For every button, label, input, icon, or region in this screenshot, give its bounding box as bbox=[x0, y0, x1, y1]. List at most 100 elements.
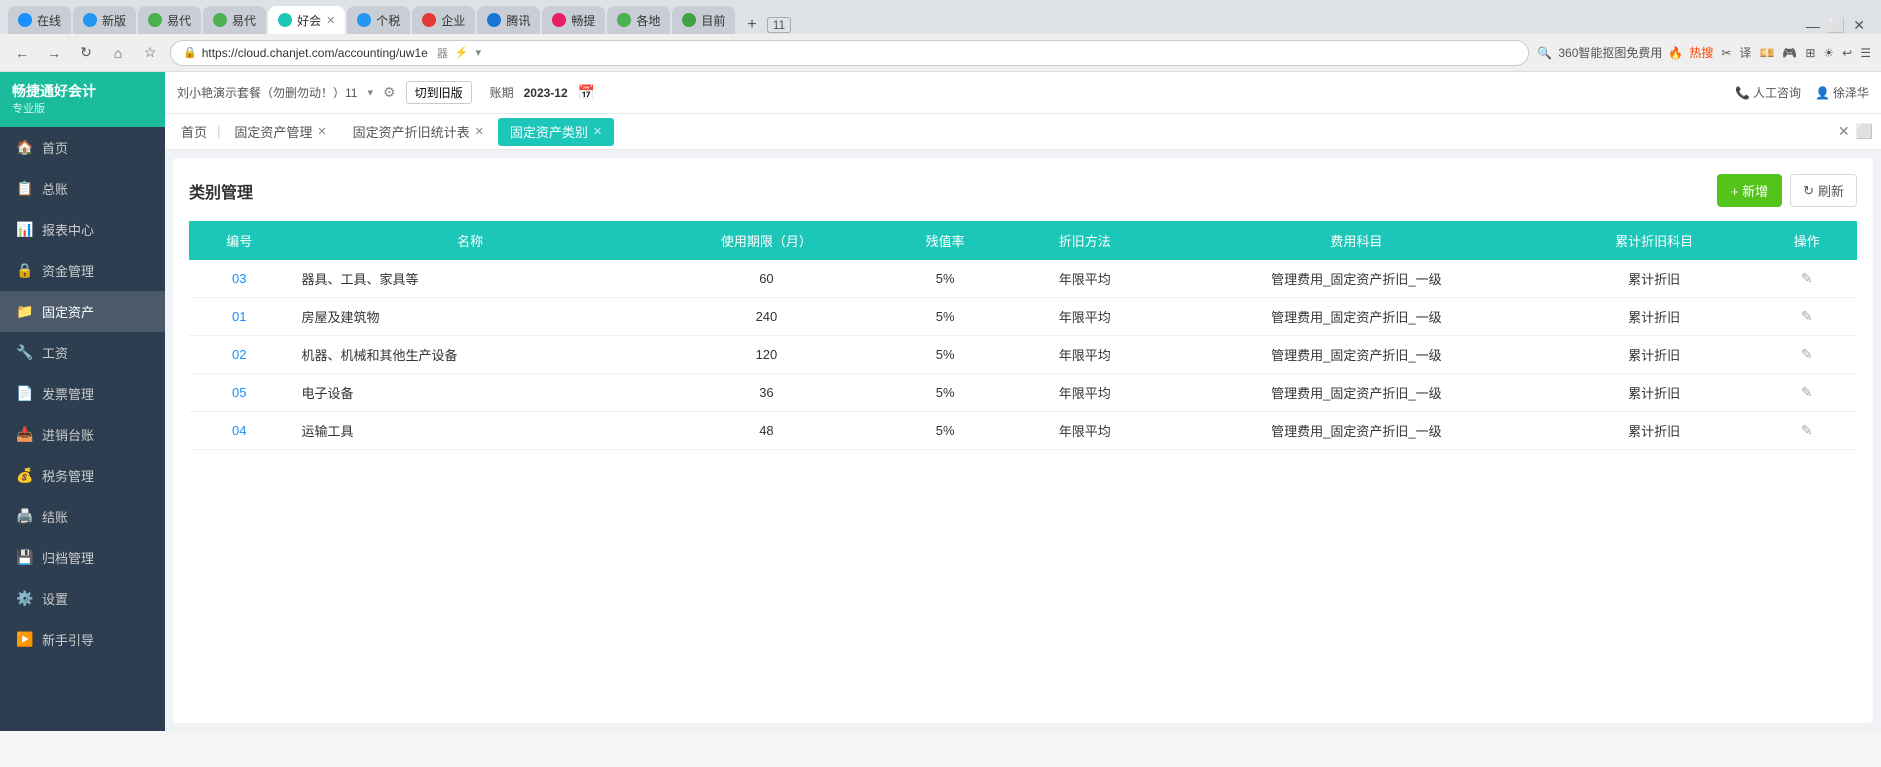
bookmark-btn[interactable]: ☆ bbox=[138, 41, 162, 65]
cell-id-4: 04 bbox=[189, 412, 289, 450]
closing-icon: 🖨️ bbox=[16, 507, 34, 525]
dropdown-arrow[interactable]: ▾ bbox=[367, 86, 373, 99]
edit-icon-1[interactable]: ✎ bbox=[1801, 308, 1813, 324]
cell-action-0[interactable]: ✎ bbox=[1757, 260, 1858, 298]
browser-tab-0[interactable]: 在线 bbox=[8, 6, 71, 34]
close-tab-3-btn[interactable]: ✕ bbox=[593, 125, 602, 138]
sidebar-item-settings[interactable]: ⚙️ 设置 bbox=[0, 578, 165, 619]
cell-method-2: 年限平均 bbox=[1008, 336, 1161, 374]
calendar-icon[interactable]: 📅 bbox=[578, 84, 595, 101]
tax-icon: 💰 bbox=[16, 466, 34, 484]
user-info: 刘小艳演示套餐（勿删勿动！）11 bbox=[177, 84, 357, 101]
edit-icon-3[interactable]: ✎ bbox=[1801, 384, 1813, 400]
col-accumulated: 累计折旧科目 bbox=[1552, 221, 1757, 260]
cell-id-0: 03 bbox=[189, 260, 289, 298]
sidebar: 畅捷通好会计 专业版 🏠 首页 📋 总账 📊 报表中心 🔒 资金管理 📁 固定资… bbox=[0, 72, 165, 731]
cell-method-3: 年限平均 bbox=[1008, 374, 1161, 412]
purchase-icon: 📥 bbox=[16, 425, 34, 443]
refresh-button[interactable]: ↻ 刷新 bbox=[1790, 174, 1857, 207]
browser-tab-4[interactable]: 好会 ✕ bbox=[268, 6, 345, 34]
browser-tab-bar: 在线 新版 易代 易代 好会 ✕ 个税 企业 腾讯 畅提 各地 目前 + bbox=[0, 0, 1881, 34]
grid-icon[interactable]: ⊞ bbox=[1805, 46, 1815, 60]
col-period: 使用期限（月） bbox=[651, 221, 882, 260]
sidebar-item-reports[interactable]: 📊 报表中心 bbox=[0, 209, 165, 250]
new-tab-btn[interactable]: + bbox=[741, 16, 762, 34]
avatar-icon: 👤 bbox=[1815, 86, 1830, 100]
browser-tab-3[interactable]: 易代 bbox=[203, 6, 266, 34]
tab-count-badge: 11 bbox=[767, 17, 791, 33]
close-panel-icon[interactable]: ✕ bbox=[1838, 123, 1850, 140]
table-row: 02 机器、机械和其他生产设备 120 5% 年限平均 管理费用_固定资产折旧_… bbox=[189, 336, 1857, 374]
forward-btn[interactable]: → bbox=[42, 41, 66, 65]
browser-tab-2[interactable]: 易代 bbox=[138, 6, 201, 34]
cell-expense-0: 管理费用_固定资产折旧_一级 bbox=[1161, 260, 1552, 298]
switch-version-button[interactable]: 切到旧版 bbox=[406, 81, 472, 104]
home-btn[interactable]: ⌂ bbox=[106, 41, 130, 65]
add-button[interactable]: + 新增 bbox=[1717, 174, 1782, 207]
tab-fixed-assets-management[interactable]: 固定资产管理 ✕ bbox=[222, 118, 338, 146]
reload-btn[interactable]: ↻ bbox=[74, 41, 98, 65]
payroll-icon: 🔧 bbox=[16, 343, 34, 361]
sidebar-item-purchase-sales[interactable]: 📥 进销台账 bbox=[0, 414, 165, 455]
browser-tab-5[interactable]: 个税 bbox=[347, 6, 410, 34]
cut-icon[interactable]: ✂ bbox=[1721, 46, 1731, 60]
edit-icon-0[interactable]: ✎ bbox=[1801, 270, 1813, 286]
close-tab-2-btn[interactable]: ✕ bbox=[475, 125, 484, 138]
edit-icon-2[interactable]: ✎ bbox=[1801, 346, 1813, 362]
sidebar-item-home[interactable]: 🏠 首页 bbox=[0, 127, 165, 168]
browser-tab-8[interactable]: 畅提 bbox=[542, 6, 605, 34]
cell-method-4: 年限平均 bbox=[1008, 412, 1161, 450]
tab-asset-categories[interactable]: 固定资产类别 ✕ bbox=[498, 118, 614, 146]
sun-icon[interactable]: ☀ bbox=[1823, 46, 1834, 60]
cell-action-3[interactable]: ✎ bbox=[1757, 374, 1858, 412]
history-icon[interactable]: ↩ bbox=[1842, 46, 1852, 60]
header-actions: + 新增 ↻ 刷新 bbox=[1717, 174, 1857, 207]
col-name: 名称 bbox=[289, 221, 651, 260]
cell-accumulated-3: 累计折旧 bbox=[1552, 374, 1757, 412]
cell-rate-4: 5% bbox=[882, 412, 1009, 450]
headphone-icon: 📞 bbox=[1735, 86, 1750, 100]
sidebar-item-fixed-assets[interactable]: 📁 固定资产 bbox=[0, 291, 165, 332]
cell-action-1[interactable]: ✎ bbox=[1757, 298, 1858, 336]
user-avatar[interactable]: 👤 徐泽华 bbox=[1815, 84, 1869, 101]
sidebar-item-tax[interactable]: 💰 税务管理 bbox=[0, 455, 165, 496]
browser-tab-9[interactable]: 各地 bbox=[607, 6, 670, 34]
cell-name-0: 器具、工具、家具等 bbox=[289, 260, 651, 298]
url-bar[interactable]: 🔒 https://cloud.chanjet.com/accounting/u… bbox=[170, 40, 1529, 66]
cell-name-2: 机器、机械和其他生产设备 bbox=[289, 336, 651, 374]
edit-icon-4[interactable]: ✎ bbox=[1801, 422, 1813, 438]
browser-tab-1[interactable]: 新版 bbox=[73, 6, 136, 34]
close-tab-1-btn[interactable]: ✕ bbox=[317, 125, 326, 138]
sidebar-item-payroll[interactable]: 🔧 工资 bbox=[0, 332, 165, 373]
game-icon[interactable]: 🎮 bbox=[1782, 46, 1797, 60]
minimize-btn[interactable]: — bbox=[1806, 18, 1820, 34]
table-row: 04 运输工具 48 5% 年限平均 管理费用_固定资产折旧_一级 累计折旧 ✎ bbox=[189, 412, 1857, 450]
maximize-btn[interactable]: ⬜ bbox=[1828, 17, 1845, 34]
cell-action-4[interactable]: ✎ bbox=[1757, 412, 1858, 450]
sidebar-item-archive[interactable]: 💾 归档管理 bbox=[0, 537, 165, 578]
browser-tab-6[interactable]: 企业 bbox=[412, 6, 475, 34]
sidebar-item-invoice[interactable]: 📄 发票管理 bbox=[0, 373, 165, 414]
translate-icon[interactable]: 译 bbox=[1739, 44, 1751, 61]
cell-id-2: 02 bbox=[189, 336, 289, 374]
cell-method-0: 年限平均 bbox=[1008, 260, 1161, 298]
menu-icon[interactable]: ☰ bbox=[1860, 46, 1871, 60]
browser-tab-10[interactable]: 目前 bbox=[672, 6, 735, 34]
wallet-icon[interactable]: 💴 bbox=[1759, 46, 1774, 60]
sidebar-item-closing[interactable]: 🖨️ 结账 bbox=[0, 496, 165, 537]
tab-depreciation-statistics[interactable]: 固定资产折旧统计表 ✕ bbox=[341, 118, 496, 146]
sidebar-item-guide[interactable]: ▶️ 新手引导 bbox=[0, 619, 165, 660]
cell-action-2[interactable]: ✎ bbox=[1757, 336, 1858, 374]
settings-gear-icon[interactable]: ⚙ bbox=[383, 84, 396, 101]
page-tabs: 首页 | 固定资产管理 ✕ 固定资产折旧统计表 ✕ 固定资产类别 ✕ ✕ ⬜ bbox=[165, 114, 1881, 150]
back-btn[interactable]: ← bbox=[10, 41, 34, 65]
sidebar-item-funds[interactable]: 🔒 资金管理 bbox=[0, 250, 165, 291]
help-button[interactable]: 📞 人工咨询 bbox=[1735, 84, 1801, 101]
browser-tab-7[interactable]: 腾讯 bbox=[477, 6, 540, 34]
period-label: 账期 bbox=[490, 84, 514, 101]
expand-panel-icon[interactable]: ⬜ bbox=[1856, 123, 1873, 140]
col-expense: 费用科目 bbox=[1161, 221, 1552, 260]
sidebar-item-ledger[interactable]: 📋 总账 bbox=[0, 168, 165, 209]
tab-home[interactable]: 首页 bbox=[173, 122, 215, 141]
close-btn[interactable]: ✕ bbox=[1853, 17, 1865, 34]
